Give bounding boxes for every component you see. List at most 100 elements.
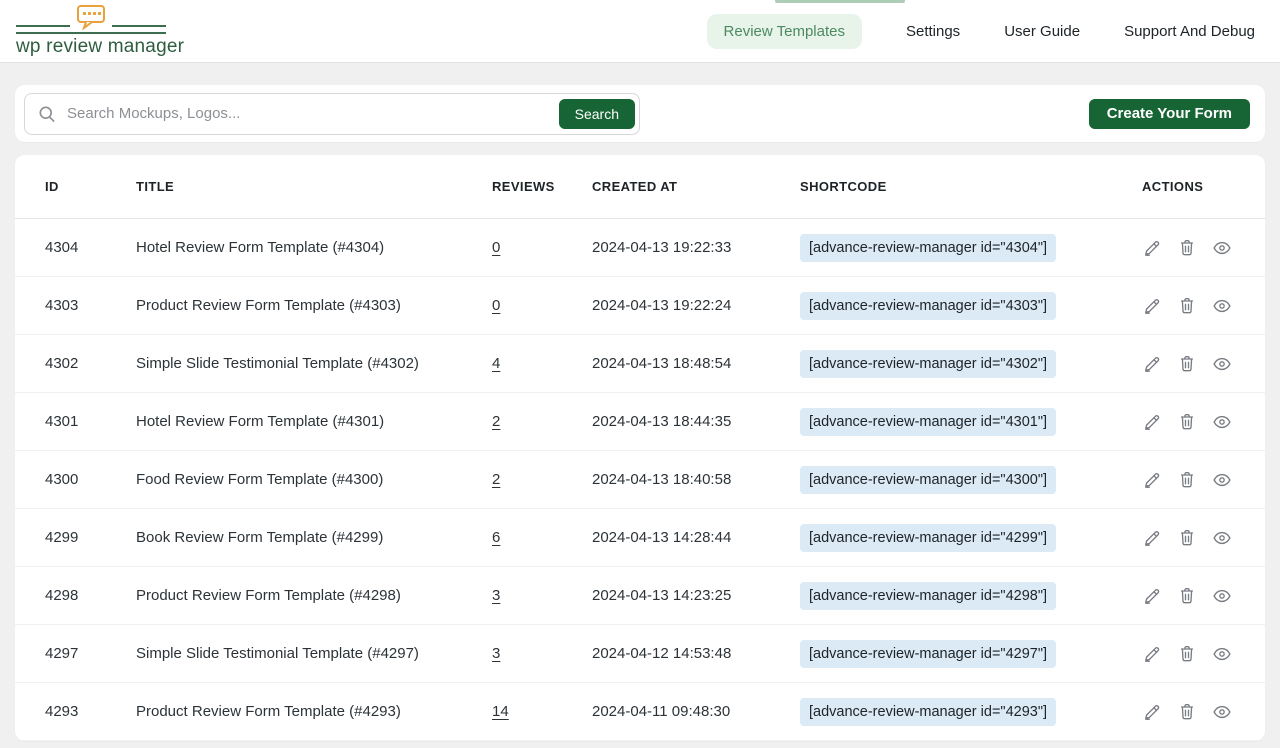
trash-icon (1180, 471, 1194, 487)
nav-settings[interactable]: Settings (906, 23, 960, 40)
row-actions (1142, 528, 1232, 548)
reviews-count-link[interactable]: 0 (492, 297, 500, 314)
trash-icon (1180, 413, 1194, 429)
eye-icon (1213, 705, 1231, 718)
edit-button[interactable] (1142, 528, 1162, 548)
row-created-at: 2024-04-13 19:22:24 (592, 297, 732, 314)
view-button[interactable] (1212, 528, 1232, 548)
row-title: Simple Slide Testimonial Template (#4302… (136, 355, 419, 372)
view-button[interactable] (1212, 586, 1232, 606)
view-button[interactable] (1212, 354, 1232, 374)
eye-icon (1213, 357, 1231, 370)
row-id: 4297 (45, 645, 79, 662)
edit-button[interactable] (1142, 354, 1162, 374)
shortcode-value[interactable]: [advance-review-manager id="4301"] (800, 407, 1056, 436)
edit-pencil-icon (1145, 472, 1160, 488)
app-logo[interactable]: wp review manager (16, 4, 184, 58)
active-tab-indicator (775, 0, 905, 3)
table-row: 4297 Simple Slide Testimonial Template (… (15, 625, 1265, 683)
reviews-count-link[interactable]: 3 (492, 587, 500, 604)
reviews-count-link[interactable]: 2 (492, 471, 500, 488)
row-actions (1142, 586, 1232, 606)
reviews-count-link[interactable]: 14 (492, 703, 509, 720)
table-row: 4293 Product Review Form Template (#4293… (15, 683, 1265, 741)
edit-pencil-icon (1145, 530, 1160, 546)
trash-icon (1180, 645, 1194, 661)
shortcode-value[interactable]: [advance-review-manager id="4293"] (800, 697, 1056, 726)
delete-button[interactable] (1177, 296, 1197, 316)
shortcode-value[interactable]: [advance-review-manager id="4304"] (800, 233, 1056, 262)
row-created-at: 2024-04-13 18:40:58 (592, 471, 732, 488)
view-button[interactable] (1212, 702, 1232, 722)
edit-button[interactable] (1142, 586, 1162, 606)
trash-icon (1180, 239, 1194, 255)
table-row: 4302 Simple Slide Testimonial Template (… (15, 335, 1265, 393)
search-input[interactable] (57, 93, 559, 134)
shortcode-value[interactable]: [advance-review-manager id="4303"] (800, 291, 1056, 320)
reviews-count-link[interactable]: 2 (492, 413, 500, 430)
edit-button[interactable] (1142, 412, 1162, 432)
delete-button[interactable] (1177, 702, 1197, 722)
row-id: 4301 (45, 413, 79, 430)
row-created-at: 2024-04-12 14:53:48 (592, 645, 732, 662)
reviews-count-link[interactable]: 6 (492, 529, 500, 546)
edit-pencil-icon (1145, 704, 1160, 720)
edit-button[interactable] (1142, 470, 1162, 490)
shortcode-value[interactable]: [advance-review-manager id="4298"] (800, 581, 1056, 610)
reviews-count-link[interactable]: 0 (492, 239, 500, 256)
row-created-at: 2024-04-13 14:23:25 (592, 587, 732, 604)
edit-pencil-icon (1145, 240, 1160, 256)
reviews-count-link[interactable]: 4 (492, 355, 500, 372)
trash-icon (1180, 529, 1194, 545)
row-title: Hotel Review Form Template (#4301) (136, 413, 385, 430)
delete-button[interactable] (1177, 238, 1197, 258)
logo-line-right (112, 25, 166, 27)
row-title: Simple Slide Testimonial Template (#4297… (136, 645, 419, 662)
row-id: 4299 (45, 529, 79, 546)
templates-table: ID TITLE REVIEWS CREATED AT SHORTCODE AC… (15, 155, 1265, 741)
row-title: Product Review Form Template (#4293) (136, 703, 401, 720)
eye-icon (1213, 647, 1231, 660)
nav-user-guide[interactable]: User Guide (1004, 23, 1080, 40)
edit-button[interactable] (1142, 702, 1162, 722)
edit-pencil-icon (1145, 588, 1160, 604)
shortcode-value[interactable]: [advance-review-manager id="4302"] (800, 349, 1056, 378)
shortcode-value[interactable]: [advance-review-manager id="4300"] (800, 465, 1056, 494)
edit-button[interactable] (1142, 296, 1162, 316)
delete-button[interactable] (1177, 586, 1197, 606)
nav-review-templates[interactable]: Review Templates (706, 13, 862, 49)
table-header-row: ID TITLE REVIEWS CREATED AT SHORTCODE AC… (15, 155, 1265, 219)
row-id: 4293 (45, 703, 79, 720)
search-button[interactable]: Search (558, 98, 635, 129)
view-button[interactable] (1212, 296, 1232, 316)
delete-button[interactable] (1177, 354, 1197, 374)
edit-pencil-icon (1145, 414, 1160, 430)
edit-pencil-icon (1145, 646, 1160, 662)
table-body: 4304 Hotel Review Form Template (#4304) … (15, 219, 1265, 741)
row-title: Product Review Form Template (#4298) (136, 587, 401, 604)
edit-button[interactable] (1142, 644, 1162, 664)
column-header-reviews: REVIEWS (492, 179, 555, 194)
speech-bubble-icon (77, 5, 105, 30)
edit-button[interactable] (1142, 238, 1162, 258)
view-button[interactable] (1212, 470, 1232, 490)
reviews-count-link[interactable]: 3 (492, 645, 500, 662)
search-icon (39, 106, 55, 122)
table-row: 4300 Food Review Form Template (#4300) 2… (15, 451, 1265, 509)
main-nav: Review Templates Settings User Guide Sup… (706, 13, 1255, 49)
row-created-at: 2024-04-11 09:48:30 (592, 703, 731, 720)
trash-icon (1180, 297, 1194, 313)
row-actions (1142, 238, 1232, 258)
view-button[interactable] (1212, 644, 1232, 664)
view-button[interactable] (1212, 238, 1232, 258)
delete-button[interactable] (1177, 412, 1197, 432)
delete-button[interactable] (1177, 528, 1197, 548)
shortcode-value[interactable]: [advance-review-manager id="4299"] (800, 523, 1056, 552)
logo-graphic (16, 4, 166, 30)
delete-button[interactable] (1177, 644, 1197, 664)
create-form-button[interactable]: Create Your Form (1088, 98, 1250, 129)
nav-support-and-debug[interactable]: Support And Debug (1124, 23, 1255, 40)
delete-button[interactable] (1177, 470, 1197, 490)
shortcode-value[interactable]: [advance-review-manager id="4297"] (800, 639, 1056, 668)
view-button[interactable] (1212, 412, 1232, 432)
